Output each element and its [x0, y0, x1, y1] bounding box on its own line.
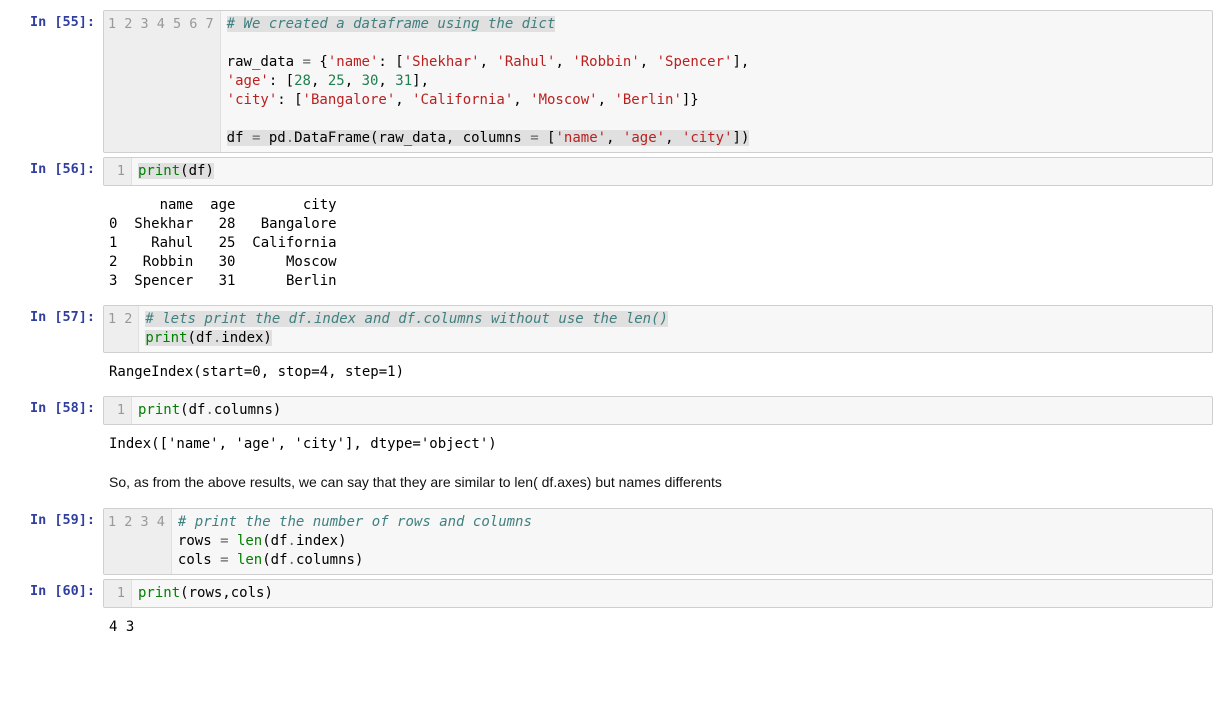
line-gutter: 1 [104, 158, 132, 185]
output-cell: RangeIndex(start=0, stop=4, step=1) [8, 357, 1213, 392]
code-content[interactable]: print(df.columns) [132, 397, 1212, 424]
code-input[interactable]: 1print(rows,cols) [103, 579, 1213, 608]
markdown-cell: So, as from the above results, we can sa… [8, 468, 1213, 504]
output-text: 4 3 [103, 612, 1213, 647]
code-input[interactable]: 1 2 3 4 5 6 7# We created a dataframe us… [103, 10, 1213, 153]
line-gutter: 1 [104, 397, 132, 424]
code-cell: In [56]:1print(df) [8, 157, 1213, 186]
line-gutter: 1 2 3 4 5 6 7 [104, 11, 221, 152]
code-cell: In [55]:1 2 3 4 5 6 7# We created a data… [8, 10, 1213, 153]
output-prompt [8, 612, 103, 647]
output-text: RangeIndex(start=0, stop=4, step=1) [103, 357, 1213, 392]
input-prompt: In [60]: [8, 579, 103, 608]
input-prompt: In [55]: [8, 10, 103, 153]
code-cell: In [59]:1 2 3 4# print the the number of… [8, 508, 1213, 575]
code-input[interactable]: 1print(df) [103, 157, 1213, 186]
output-cell: 4 3 [8, 612, 1213, 647]
code-cell: In [58]:1print(df.columns) [8, 396, 1213, 425]
line-gutter: 1 [104, 580, 132, 607]
output-cell: Index(['name', 'age', 'city'], dtype='ob… [8, 429, 1213, 464]
input-prompt: In [58]: [8, 396, 103, 425]
code-input[interactable]: 1 2 3 4# print the the number of rows an… [103, 508, 1213, 575]
code-cell: In [57]:1 2# lets print the df.index and… [8, 305, 1213, 353]
input-prompt: In [59]: [8, 508, 103, 575]
code-content[interactable]: print(df) [132, 158, 1212, 185]
code-content[interactable]: # We created a dataframe using the dict … [221, 11, 1212, 152]
output-cell: name age city 0 Shekhar 28 Bangalore 1 R… [8, 190, 1213, 301]
notebook: In [55]:1 2 3 4 5 6 7# We created a data… [8, 10, 1213, 647]
markdown-text: So, as from the above results, we can sa… [103, 468, 1213, 504]
line-gutter: 1 2 [104, 306, 139, 352]
code-input[interactable]: 1 2# lets print the df.index and df.colu… [103, 305, 1213, 353]
code-content[interactable]: # print the the number of rows and colum… [172, 509, 1212, 574]
output-text: Index(['name', 'age', 'city'], dtype='ob… [103, 429, 1213, 464]
input-prompt: In [56]: [8, 157, 103, 186]
line-gutter: 1 2 3 4 [104, 509, 172, 574]
output-prompt [8, 190, 103, 301]
code-content[interactable]: # lets print the df.index and df.columns… [139, 306, 1212, 352]
output-prompt [8, 357, 103, 392]
markdown-prompt [8, 468, 103, 504]
code-input[interactable]: 1print(df.columns) [103, 396, 1213, 425]
output-text: name age city 0 Shekhar 28 Bangalore 1 R… [103, 190, 1213, 301]
output-prompt [8, 429, 103, 464]
input-prompt: In [57]: [8, 305, 103, 353]
code-content[interactable]: print(rows,cols) [132, 580, 1212, 607]
code-cell: In [60]:1print(rows,cols) [8, 579, 1213, 608]
